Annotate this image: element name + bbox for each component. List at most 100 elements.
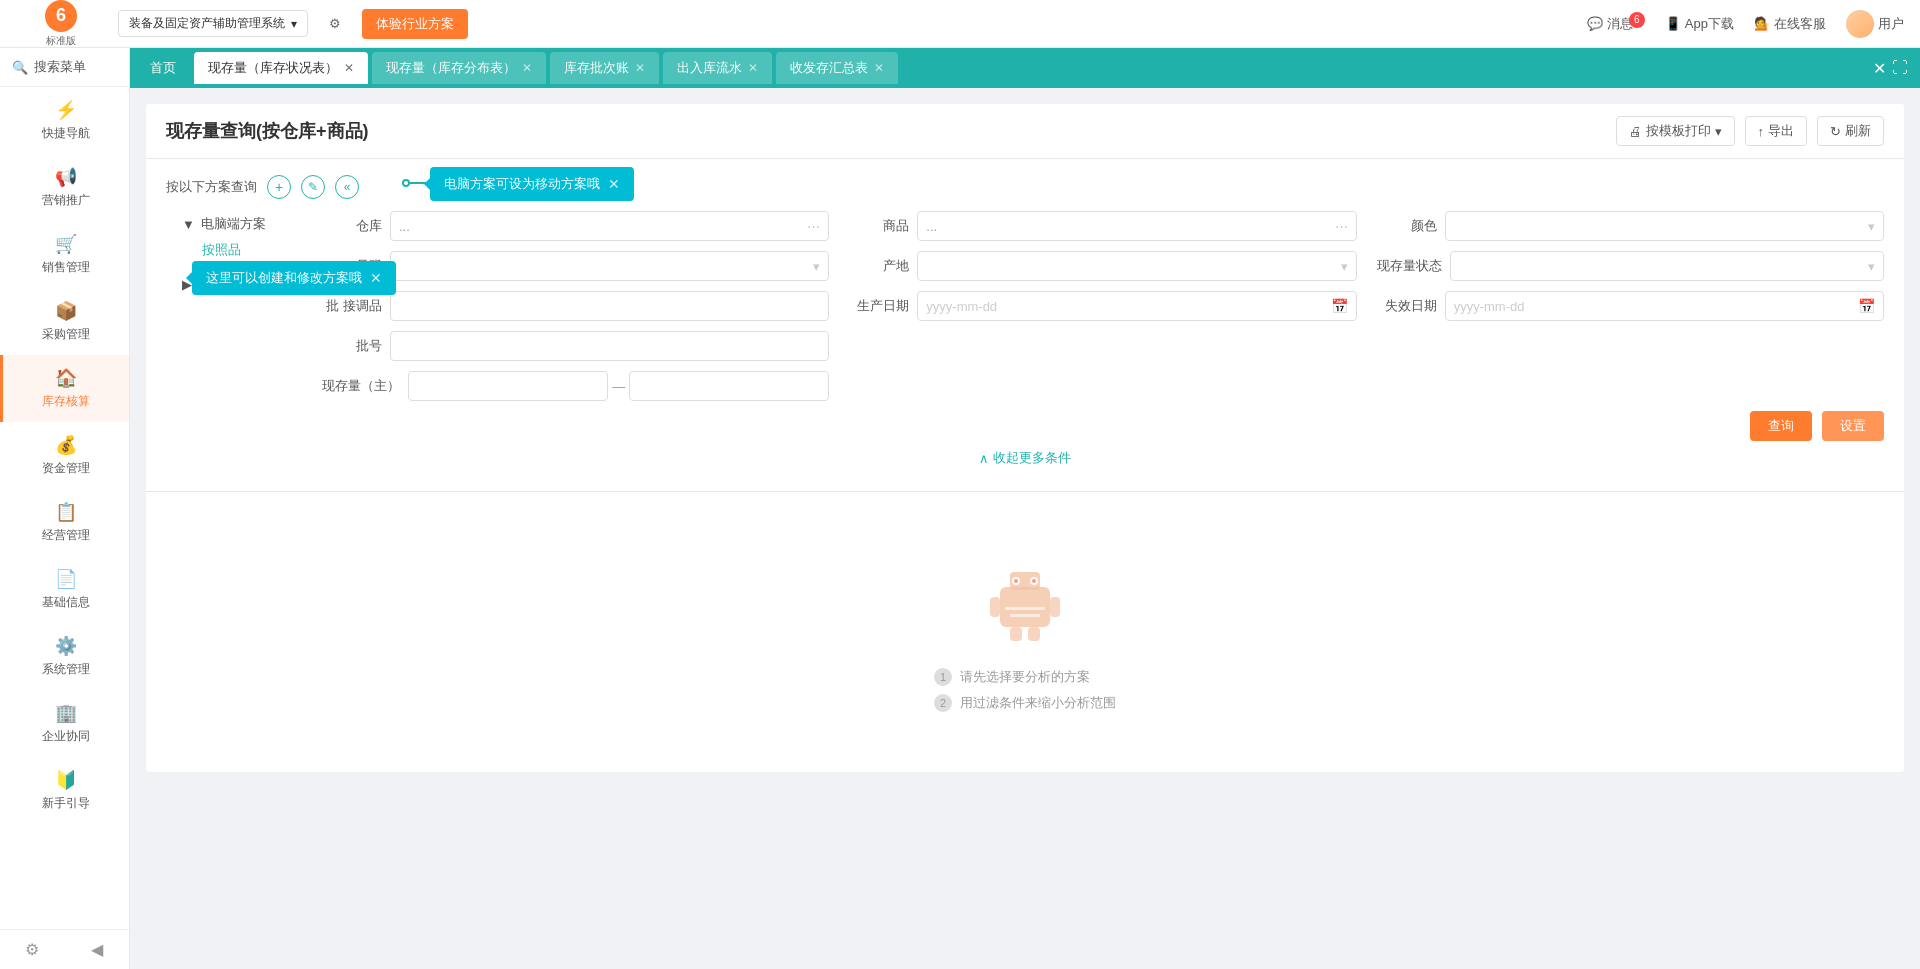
sidebar-item-enterprise[interactable]: 🏢 企业协同 [0, 690, 129, 757]
filter-batch-no: 批号 [322, 331, 829, 361]
online-service-button[interactable]: 💁 在线客服 [1754, 15, 1826, 33]
filter-label: 按以下方案查询 [166, 178, 257, 196]
sidebar-item-quick[interactable]: ⚡ 快捷导航 [0, 87, 129, 154]
tab-close-icon[interactable]: ✕ [522, 61, 532, 75]
sales-icon: 🛒 [55, 233, 77, 255]
tab-inventory-distribution[interactable]: 现存量（库存分布表） ✕ [372, 52, 546, 84]
content-card: 现存量查询(按仓库+商品) 🖨 按模板打印 ▾ ↑ 导出 [146, 104, 1904, 772]
filter-size: 尺码 ▾ [322, 251, 829, 281]
filter-row-1: 仓库 ... ⋯ 商品 . [322, 211, 1884, 241]
sidebar-item-label: 资金管理 [42, 460, 90, 477]
tab-home[interactable]: 首页 [136, 52, 190, 84]
tooltip-close-icon[interactable]: ✕ [370, 270, 382, 286]
dropdown-chevron-icon: ▾ [1341, 259, 1348, 274]
collapse-filter-button[interactable]: ∧ 收起更多条件 [166, 441, 1884, 475]
collapse-sidebar-button[interactable]: ◀ [65, 930, 130, 969]
scheme-desktop-group[interactable]: ▼ 电脑端方案 [182, 211, 302, 237]
tab-label: 收发存汇总表 [790, 59, 868, 77]
sidebar-item-inventory[interactable]: 🏠 库存核算 [0, 355, 129, 422]
settings-icon[interactable]: ⚙ [320, 9, 350, 39]
scheme-item-goods[interactable]: 按照品 [202, 237, 302, 263]
add-scheme-button[interactable]: + [267, 175, 291, 199]
expire-date-input[interactable]: yyyy-mm-dd 📅 [1445, 291, 1884, 321]
edit-scheme-button[interactable]: ✎ [301, 175, 325, 199]
refresh-button[interactable]: ↻ 刷新 [1817, 116, 1884, 146]
search-button[interactable]: 查询 [1750, 411, 1812, 441]
empty-tip-2: 2 用过滤条件来缩小分析范围 [934, 694, 1116, 712]
tab-summary[interactable]: 收发存汇总表 ✕ [776, 52, 898, 84]
message-button[interactable]: 💬 消息 6 [1587, 15, 1645, 33]
print-icon: 🖨 [1629, 124, 1642, 139]
origin-select[interactable]: ▾ [917, 251, 1356, 281]
color-label: 颜色 [1377, 217, 1437, 235]
refresh-label: 刷新 [1845, 122, 1871, 140]
tab-inventory-status[interactable]: 现存量（库存状况表） ✕ [194, 52, 368, 84]
svg-rect-9 [990, 597, 1000, 617]
app-download-label: App下载 [1685, 15, 1734, 33]
range-separator: — [612, 379, 625, 394]
sidebar-item-basic[interactable]: 📄 基础信息 [0, 556, 129, 623]
tooltip-text: 这里可以创建和修改方案哦 [206, 269, 362, 287]
sidebar-search[interactable]: 🔍 搜索菜单 [0, 48, 129, 87]
batch-no-input[interactable] [390, 331, 829, 361]
expire-date-placeholder: yyyy-mm-dd [1454, 299, 1525, 314]
sidebar-item-label: 采购管理 [42, 326, 90, 343]
dropdown-chevron-icon: ▾ [1868, 219, 1875, 234]
tab-fullscreen-icon[interactable]: ⛶ [1892, 59, 1908, 78]
tooltip-dot [402, 179, 410, 187]
tab-close-icon[interactable]: ✕ [748, 61, 758, 75]
basic-icon: 📄 [55, 568, 77, 590]
print-button[interactable]: 🖨 按模板打印 ▾ [1616, 116, 1735, 146]
dropdown-arrow-icon: ▾ [291, 17, 297, 31]
goods-placeholder: ... [926, 219, 937, 234]
stock-range-max[interactable] [629, 371, 829, 401]
tab-close-icon[interactable]: ✕ [874, 61, 884, 75]
sidebar-item-operation[interactable]: 📋 经营管理 [0, 489, 129, 556]
sidebar-item-marketing[interactable]: 📢 营销推广 [0, 154, 129, 221]
home-tab-label: 首页 [150, 59, 176, 77]
sidebar-item-sales[interactable]: 🛒 销售管理 [0, 221, 129, 288]
sidebar-item-label: 营销推广 [42, 192, 90, 209]
tooltip-close-icon[interactable]: ✕ [608, 176, 620, 192]
warehouse-select[interactable]: ... ⋯ [390, 211, 829, 241]
svg-point-5 [1032, 579, 1036, 583]
goods-select[interactable]: ... ⋯ [917, 211, 1356, 241]
tab-batch-ledger[interactable]: 库存批次账 ✕ [550, 52, 659, 84]
more-options-icon: ⋯ [1335, 219, 1348, 234]
tooltip-text: 电脑方案可设为移动方案哦 [444, 175, 600, 193]
marketing-icon: 📢 [55, 166, 77, 188]
avatar [1846, 10, 1874, 38]
sidebar-item-purchase[interactable]: 📦 采购管理 [0, 288, 129, 355]
sidebar-item-label: 企业协同 [42, 728, 90, 745]
tab-label: 现存量（库存状况表） [208, 59, 338, 77]
tab-close-icon[interactable]: ✕ [344, 61, 354, 75]
service-icon: 💁 [1754, 16, 1770, 31]
system-selector[interactable]: 装备及固定资产辅助管理系统 ▾ [118, 10, 308, 37]
sidebar-item-system[interactable]: ⚙️ 系统管理 [0, 623, 129, 690]
export-button[interactable]: ↑ 导出 [1745, 116, 1808, 146]
reset-button[interactable]: 设置 [1822, 411, 1884, 441]
sidebar-item-guide[interactable]: 🔰 新手引导 [0, 757, 129, 824]
color-select[interactable]: ▾ [1445, 211, 1884, 241]
tab-close-all-icon[interactable]: ✕ [1873, 59, 1886, 78]
logo-subtitle: 标准版 [46, 34, 76, 48]
user-label: 用户 [1878, 15, 1904, 33]
size-select[interactable]: ▾ [390, 251, 829, 281]
stock-status-select[interactable]: ▾ [1450, 251, 1884, 281]
main-content: 现存量查询(按仓库+商品) 🖨 按模板打印 ▾ ↑ 导出 [130, 88, 1920, 969]
trial-button[interactable]: 体验行业方案 [362, 9, 468, 39]
tab-flow[interactable]: 出入库流水 ✕ [663, 52, 772, 84]
user-menu[interactable]: 用户 [1846, 10, 1904, 38]
filter-area: 按以下方案查询 + ✎ « [146, 159, 1904, 492]
empty-illustration [975, 552, 1075, 652]
batch-type-input[interactable] [390, 291, 829, 321]
global-settings-button[interactable]: ⚙ [0, 930, 65, 969]
search-icon: 🔍 [12, 60, 28, 75]
tab-close-icon[interactable]: ✕ [635, 61, 645, 75]
sidebar-item-finance[interactable]: 💰 资金管理 [0, 422, 129, 489]
stock-range-min[interactable] [408, 371, 608, 401]
back-scheme-button[interactable]: « [335, 175, 359, 199]
app-download-button[interactable]: 📱 App下载 [1665, 15, 1734, 33]
produce-date-input[interactable]: yyyy-mm-dd 📅 [917, 291, 1356, 321]
header-actions: 🖨 按模板打印 ▾ ↑ 导出 ↻ 刷新 [1616, 116, 1885, 146]
